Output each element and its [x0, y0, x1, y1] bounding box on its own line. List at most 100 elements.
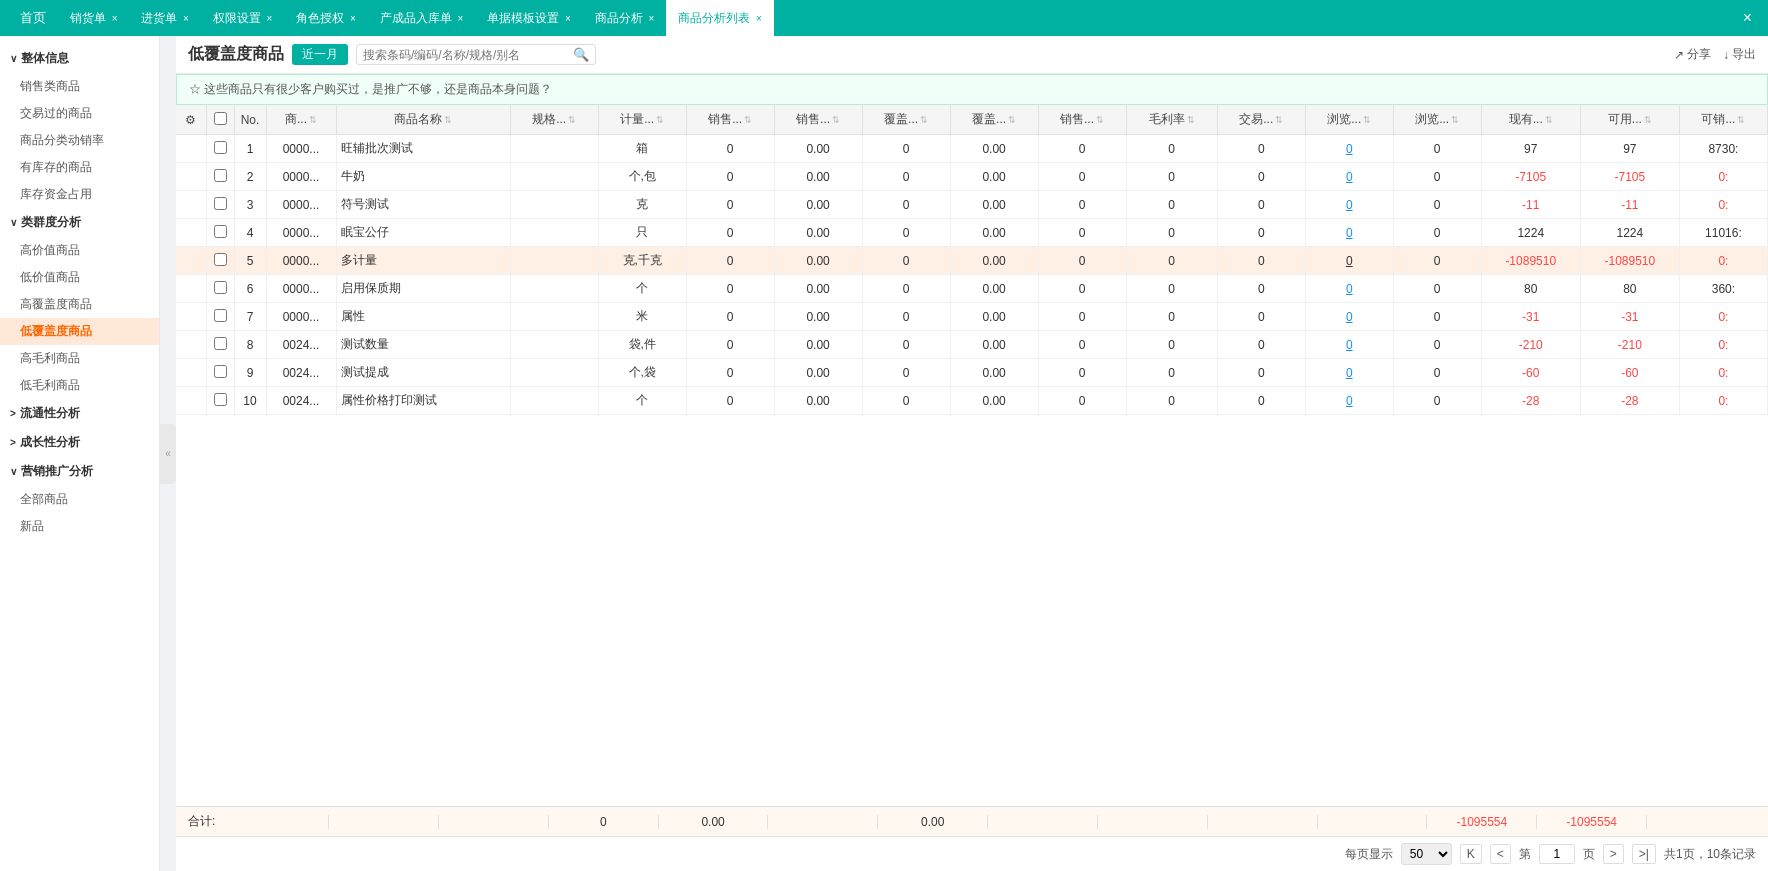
row-browse1[interactable]: 0 [1305, 387, 1393, 415]
col-name-header[interactable]: 商品名称⇅ [336, 105, 510, 135]
nav-sales-order[interactable]: 销货单 × [58, 0, 129, 36]
nav-close-role-auth[interactable]: × [350, 13, 356, 24]
row-browse1[interactable]: 0 [1305, 359, 1393, 387]
sidebar-section-liquidity[interactable]: > 流通性分析 [0, 399, 159, 428]
col-browse1-header[interactable]: 浏览...⇅ [1305, 105, 1393, 135]
row-settings[interactable] [176, 135, 206, 163]
row-checkbox[interactable] [214, 281, 227, 294]
col-saleable-header[interactable]: 可销...⇅ [1679, 105, 1767, 135]
nav-purchase-order[interactable]: 进货单 × [129, 0, 200, 36]
row-browse1[interactable]: 0 [1305, 135, 1393, 163]
export-button[interactable]: ↓ 导出 [1723, 46, 1756, 63]
nav-permission-settings[interactable]: 权限设置 × [201, 0, 284, 36]
row-settings[interactable] [176, 163, 206, 191]
sidebar-item-high-value[interactable]: 高价值商品 [0, 237, 159, 264]
share-button[interactable]: ↗ 分享 [1674, 46, 1711, 63]
sidebar-section-marketing[interactable]: ∨ 营销推广分析 [0, 457, 159, 486]
row-browse1[interactable]: 0 [1305, 275, 1393, 303]
row-settings[interactable] [176, 387, 206, 415]
row-settings[interactable] [176, 219, 206, 247]
sidebar-item-low-margin[interactable]: 低毛利商品 [0, 372, 159, 399]
col-sales3-header[interactable]: 销售...⇅ [1038, 105, 1126, 135]
col-cover2-header[interactable]: 覆盖...⇅ [950, 105, 1038, 135]
row-settings[interactable] [176, 275, 206, 303]
row-browse1[interactable]: 0 [1305, 191, 1393, 219]
col-cover1-header[interactable]: 覆盖...⇅ [862, 105, 950, 135]
page-size-select[interactable]: 50 20 100 [1401, 843, 1452, 865]
row-settings[interactable] [176, 191, 206, 219]
nav-close-sales-order[interactable]: × [112, 13, 118, 24]
row-settings[interactable] [176, 247, 206, 275]
col-code-header[interactable]: 商...⇅ [266, 105, 336, 135]
sidebar-item-inventory-capital[interactable]: 库存资金占用 [0, 181, 159, 208]
sidebar-item-low-value[interactable]: 低价值商品 [0, 264, 159, 291]
row-browse1[interactable]: 0 [1305, 247, 1393, 275]
row-checkbox[interactable] [214, 253, 227, 266]
nav-close-product-list[interactable]: × [756, 13, 762, 24]
nav-product-analysis[interactable]: 商品分析 × [583, 0, 666, 36]
sidebar-item-new-products[interactable]: 新品 [0, 513, 159, 540]
sidebar-item-all-products[interactable]: 全部商品 [0, 486, 159, 513]
nav-template-settings[interactable]: 单据模板设置 × [475, 0, 582, 36]
row-checkbox[interactable] [214, 225, 227, 238]
nav-home[interactable]: 首页 [8, 0, 58, 36]
sidebar-item-category-sales-rate[interactable]: 商品分类动销率 [0, 127, 159, 154]
sidebar-item-high-coverage[interactable]: 高覆盖度商品 [0, 291, 159, 318]
row-check[interactable] [206, 247, 234, 275]
nav-role-auth[interactable]: 角色授权 × [284, 0, 367, 36]
sidebar-section-cluster[interactable]: ∨ 类群度分析 [0, 208, 159, 237]
current-page-input[interactable] [1539, 844, 1575, 864]
sidebar-section-overall[interactable]: ∨ 整体信息 [0, 44, 159, 73]
period-button[interactable]: 近一月 [292, 44, 348, 65]
nav-product-analysis-list[interactable]: 商品分析列表 × [666, 0, 773, 36]
nav-close-product-analysis[interactable]: × [648, 13, 654, 24]
row-browse1[interactable]: 0 [1305, 219, 1393, 247]
row-checkbox[interactable] [214, 197, 227, 210]
col-available-header[interactable]: 可用...⇅ [1580, 105, 1679, 135]
nav-product-inbound[interactable]: 产成品入库单 × [368, 0, 475, 36]
col-check-all[interactable] [206, 105, 234, 135]
nav-close-purchase-order[interactable]: × [183, 13, 189, 24]
next-page-button[interactable]: > [1603, 844, 1624, 864]
col-sales-qty-header[interactable]: 销售...⇅ [686, 105, 774, 135]
sidebar-item-high-margin[interactable]: 高毛利商品 [0, 345, 159, 372]
row-check[interactable] [206, 303, 234, 331]
nav-close-permission[interactable]: × [267, 13, 273, 24]
col-unit-header[interactable]: 计量...⇅ [598, 105, 686, 135]
col-browse2-header[interactable]: 浏览...⇅ [1393, 105, 1481, 135]
col-spec-header[interactable]: 规格...⇅ [510, 105, 598, 135]
nav-close-product-inbound[interactable]: × [458, 13, 464, 24]
row-checkbox[interactable] [214, 337, 227, 350]
row-checkbox[interactable] [214, 309, 227, 322]
row-check[interactable] [206, 191, 234, 219]
col-current-header[interactable]: 现有...⇅ [1481, 105, 1580, 135]
row-check[interactable] [206, 359, 234, 387]
row-check[interactable] [206, 219, 234, 247]
row-check[interactable] [206, 275, 234, 303]
app-close-button[interactable]: × [1735, 9, 1760, 27]
sidebar-item-in-stock-products[interactable]: 有库存的商品 [0, 154, 159, 181]
first-page-button[interactable]: K [1460, 844, 1482, 864]
row-checkbox[interactable] [214, 365, 227, 378]
check-all-checkbox[interactable] [214, 112, 227, 125]
row-browse1[interactable]: 0 [1305, 303, 1393, 331]
row-checkbox[interactable] [214, 169, 227, 182]
sidebar-item-sales-products[interactable]: 销售类商品 [0, 73, 159, 100]
sidebar-section-growth[interactable]: > 成长性分析 [0, 428, 159, 457]
row-settings[interactable] [176, 303, 206, 331]
row-settings[interactable] [176, 331, 206, 359]
search-input[interactable] [363, 48, 573, 62]
sidebar-item-traded-products[interactable]: 交易过的商品 [0, 100, 159, 127]
row-check[interactable] [206, 135, 234, 163]
row-check[interactable] [206, 331, 234, 359]
col-settings[interactable]: ⚙ [176, 105, 206, 135]
row-browse1[interactable]: 0 [1305, 331, 1393, 359]
prev-page-button[interactable]: < [1490, 844, 1511, 864]
row-check[interactable] [206, 163, 234, 191]
col-sales-amt-header[interactable]: 销售...⇅ [774, 105, 862, 135]
row-checkbox[interactable] [214, 393, 227, 406]
row-check[interactable] [206, 387, 234, 415]
sidebar-collapse-button[interactable]: « [160, 424, 176, 484]
col-trade-header[interactable]: 交易...⇅ [1217, 105, 1305, 135]
col-gross-margin-header[interactable]: 毛利率⇅ [1126, 105, 1217, 135]
